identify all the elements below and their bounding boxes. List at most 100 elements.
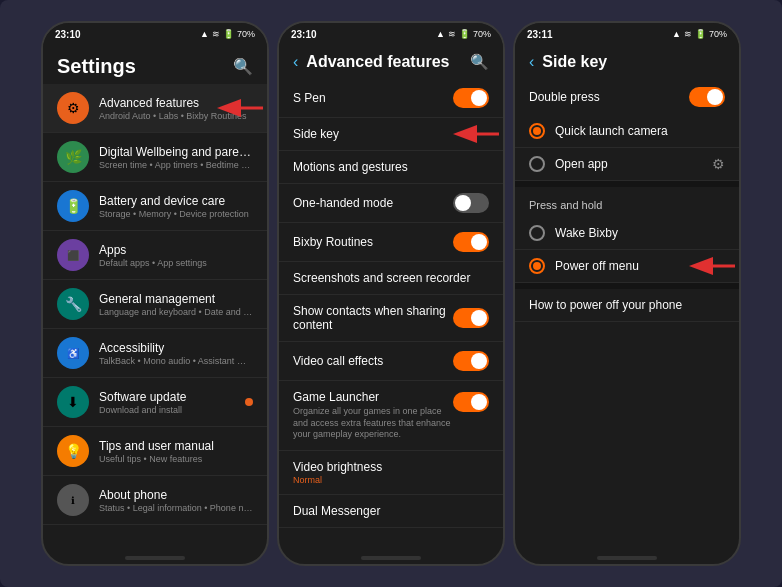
screenshots-label: Screenshots and screen recorder: [293, 271, 489, 285]
bixby-toggle[interactable]: [453, 232, 489, 252]
tips-text-group: Tips and user manual Useful tips • New f…: [99, 439, 253, 464]
tips-label: Tips and user manual: [99, 439, 253, 453]
home-indicator-2: [361, 556, 421, 560]
advanced-item-videocall[interactable]: Video call effects: [279, 342, 503, 381]
gear-icon[interactable]: ⚙: [712, 156, 725, 172]
advanced-item-motions[interactable]: Motions and gestures: [279, 151, 503, 184]
accessibility-sub: TalkBack • Mono audio • Assistant menu: [99, 356, 253, 366]
settings-item-about[interactable]: ℹ About phone Status • Legal information…: [43, 476, 267, 525]
videocall-toggle[interactable]: [453, 351, 489, 371]
advanced-features-icon: ⚙: [57, 92, 89, 124]
radio-wake-bixby[interactable]: Wake Bixby: [515, 217, 739, 250]
settings-title: Settings: [57, 55, 136, 78]
gamelauncher-sub: Organize all your games in one place and…: [293, 406, 453, 441]
gamelauncher-label: Game Launcher: [293, 390, 453, 404]
videobrightness-label: Video brightness: [293, 460, 489, 474]
onehanded-toggle[interactable]: [453, 193, 489, 213]
advanced-item-screenshots[interactable]: Screenshots and screen recorder: [279, 262, 503, 295]
radio-quick-launch-label: Quick launch camera: [555, 124, 725, 138]
battery-sub: Storage • Memory • Device protection: [99, 209, 253, 219]
advanced-item-dualmessenger[interactable]: Dual Messenger: [279, 495, 503, 528]
advanced-item-onehanded[interactable]: One-handed mode: [279, 184, 503, 223]
search-icon-1[interactable]: 🔍: [233, 57, 253, 76]
settings-item-digital-wellbeing[interactable]: 🌿 Digital Wellbeing and parental control…: [43, 133, 267, 182]
software-sub: Download and install: [99, 405, 241, 415]
press-hold-header: Press and hold: [515, 187, 739, 217]
radio-open-app-circle[interactable]: [529, 156, 545, 172]
radio-wake-bixby-circle[interactable]: [529, 225, 545, 241]
press-hold-label: Press and hold: [529, 199, 602, 211]
contacts-label: Show contacts when sharing content: [293, 304, 453, 332]
radio-quick-launch[interactable]: Quick launch camera: [515, 115, 739, 148]
radio-quick-launch-circle[interactable]: [529, 123, 545, 139]
advanced-item-spen[interactable]: S Pen: [279, 79, 503, 118]
double-press-toggle[interactable]: [689, 87, 725, 107]
settings-item-advanced-features[interactable]: ⚙ Advanced features Android Auto • Labs …: [43, 84, 267, 133]
settings-item-tips[interactable]: 💡 Tips and user manual Useful tips • New…: [43, 427, 267, 476]
tips-sub: Useful tips • New features: [99, 454, 253, 464]
battery-text-1: 70%: [237, 29, 255, 39]
radio-power-off-circle[interactable]: [529, 258, 545, 274]
signal-icon-3: ▲: [672, 29, 681, 39]
radio-open-app-label: Open app: [555, 157, 712, 171]
status-icons-3: ▲ ≋ 🔋 70%: [672, 29, 727, 39]
settings-item-software[interactable]: ⬇ Software update Download and install: [43, 378, 267, 427]
videocall-label: Video call effects: [293, 354, 453, 368]
search-icon-2[interactable]: 🔍: [470, 53, 489, 71]
battery-icon-1: 🔋: [223, 29, 234, 39]
status-bar-2: 23:10 ▲ ≋ 🔋 70%: [279, 23, 503, 45]
settings-item-battery[interactable]: 🔋 Battery and device care Storage • Memo…: [43, 182, 267, 231]
apps-label: Apps: [99, 243, 253, 257]
settings-item-accessibility[interactable]: ♿ Accessibility TalkBack • Mono audio • …: [43, 329, 267, 378]
back-button-2[interactable]: ‹: [293, 53, 298, 71]
side-key-header: ‹ Side key: [515, 45, 739, 79]
advanced-item-videobrightness[interactable]: Video brightness Normal: [279, 451, 503, 495]
settings-item-general[interactable]: 🔧 General management Language and keyboa…: [43, 280, 267, 329]
gamelauncher-toggle[interactable]: [453, 392, 489, 412]
advanced-item-sidekey[interactable]: Side key: [279, 118, 503, 151]
status-icons-1: ▲ ≋ 🔋 70%: [200, 29, 255, 39]
advanced-item-bixby[interactable]: Bixby Routines: [279, 223, 503, 262]
side-key-screen[interactable]: ‹ Side key Double press Quick launch cam…: [515, 45, 739, 552]
wifi-icon-1: ≋: [212, 29, 220, 39]
time-2: 23:10: [291, 29, 317, 40]
settings-screen[interactable]: Settings 🔍 ⚙ Advanced features Android A…: [43, 45, 267, 552]
advanced-features-screen[interactable]: ‹ Advanced features 🔍 S Pen Side key: [279, 45, 503, 552]
red-arrow-2: [451, 120, 501, 148]
general-icon: 🔧: [57, 288, 89, 320]
digital-wellbeing-text: Digital Wellbeing and parental controls …: [99, 145, 253, 170]
update-badge: [245, 398, 253, 406]
how-to-power-item[interactable]: How to power off your phone: [515, 289, 739, 322]
bixby-label: Bixby Routines: [293, 235, 453, 249]
advanced-item-contacts[interactable]: Show contacts when sharing content: [279, 295, 503, 342]
back-button-3[interactable]: ‹: [529, 53, 534, 71]
radio-open-app[interactable]: Open app ⚙: [515, 148, 739, 181]
radio-power-off[interactable]: Power off menu: [515, 250, 739, 283]
red-arrow-1: [215, 93, 265, 123]
side-key-title: Side key: [542, 53, 725, 71]
accessibility-label: Accessibility: [99, 341, 253, 355]
radio-wake-bixby-label: Wake Bixby: [555, 226, 725, 240]
double-press-row[interactable]: Double press: [515, 79, 739, 115]
digital-wellbeing-icon: 🌿: [57, 141, 89, 173]
spen-toggle[interactable]: [453, 88, 489, 108]
onehanded-label: One-handed mode: [293, 196, 453, 210]
advanced-item-gamelauncher[interactable]: Game Launcher Organize all your games in…: [279, 381, 503, 451]
apps-icon: ⬛: [57, 239, 89, 271]
signal-icon-2: ▲: [436, 29, 445, 39]
battery-icon-2: 🔋: [459, 29, 470, 39]
about-sub: Status • Legal information • Phone name: [99, 503, 253, 513]
status-icons-2: ▲ ≋ 🔋 70%: [436, 29, 491, 39]
advanced-features-header: ‹ Advanced features 🔍: [279, 45, 503, 79]
battery-text-3: 70%: [709, 29, 727, 39]
general-label: General management: [99, 292, 253, 306]
dualmessenger-label: Dual Messenger: [293, 504, 489, 518]
contacts-toggle[interactable]: [453, 308, 489, 328]
apps-sub: Default apps • App settings: [99, 258, 253, 268]
advanced-features-title: Advanced features: [306, 53, 470, 71]
screenshot-container: 23:10 ▲ ≋ 🔋 70% Settings 🔍 ⚙ Advanced fe…: [0, 0, 782, 587]
time-3: 23:11: [527, 29, 553, 40]
phone-side-key: 23:11 ▲ ≋ 🔋 70% ‹ Side key Double press …: [513, 21, 741, 566]
red-arrow-3: [687, 252, 737, 280]
settings-item-apps[interactable]: ⬛ Apps Default apps • App settings: [43, 231, 267, 280]
